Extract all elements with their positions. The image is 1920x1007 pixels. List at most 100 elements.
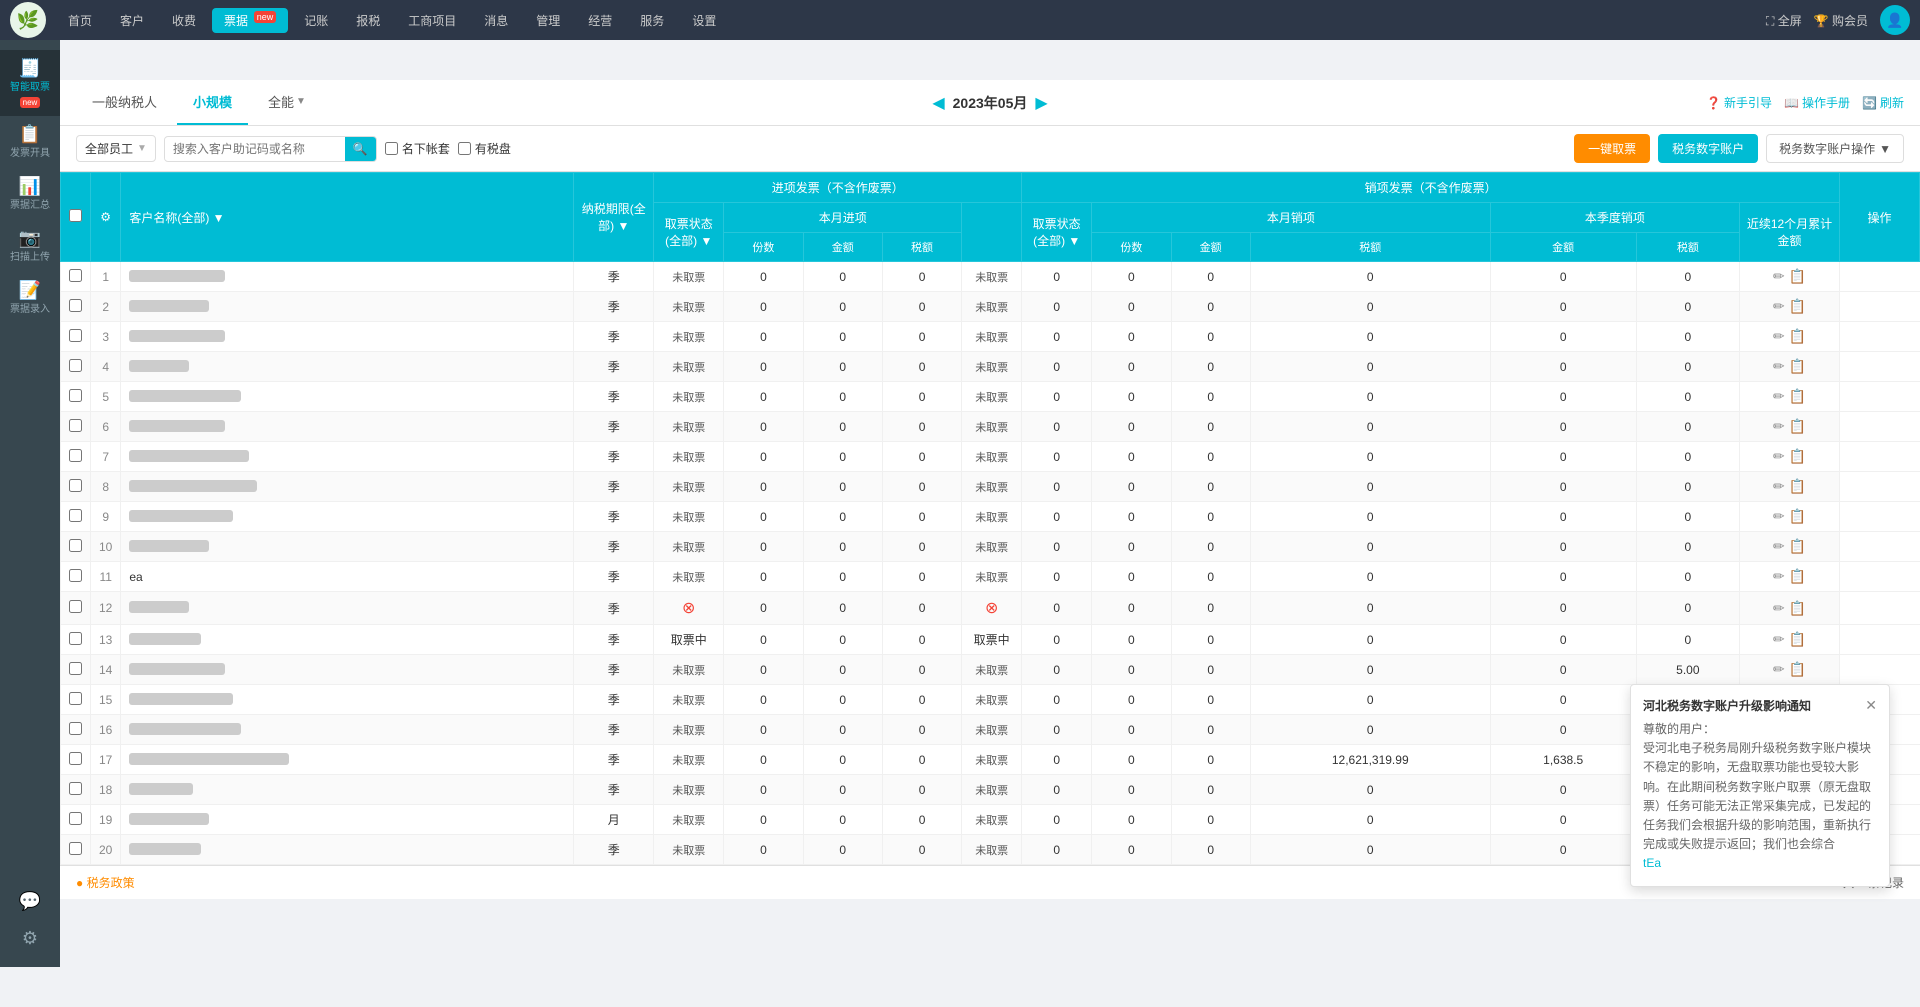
copy-btn[interactable]: 📋 <box>1789 538 1806 555</box>
copy-btn[interactable]: 📋 <box>1789 298 1806 315</box>
row-checkbox[interactable] <box>69 539 82 552</box>
nav-accounting[interactable]: 记账 <box>292 8 340 33</box>
row-checkbox[interactable] <box>69 722 82 735</box>
edit-btn[interactable]: ✏ <box>1773 600 1785 617</box>
edit-btn[interactable]: ✏ <box>1773 568 1785 585</box>
out-count-cell: 0 <box>1022 835 1092 865</box>
sidebar-item-scan-upload[interactable]: 📷 扫描上传 <box>0 220 60 272</box>
edit-btn[interactable]: ✏ <box>1773 478 1785 495</box>
tax-digital-ops-btn[interactable]: 税务数字账户操作 ▼ <box>1766 134 1904 163</box>
edit-btn[interactable]: ✏ <box>1773 538 1785 555</box>
copy-btn[interactable]: 📋 <box>1789 418 1806 435</box>
edit-btn[interactable]: ✏ <box>1773 448 1785 465</box>
period-cell: 季 <box>574 592 654 625</box>
edit-btn[interactable]: ✏ <box>1773 358 1785 375</box>
copy-btn[interactable]: 📋 <box>1789 661 1806 678</box>
tab-small-scale[interactable]: 小规模 <box>177 80 248 125</box>
row-checkbox[interactable] <box>69 419 82 432</box>
sub-ledger-checkbox-label[interactable]: 名下帐套 <box>385 140 450 157</box>
nav-service[interactable]: 服务 <box>628 8 676 33</box>
refresh-link[interactable]: 🔄 刷新 <box>1862 94 1904 111</box>
row-checkbox[interactable] <box>69 782 82 795</box>
row-checkbox[interactable] <box>69 662 82 675</box>
tax-policy-link[interactable]: ● 税务政策 <box>76 874 135 891</box>
member-btn[interactable]: 🏆 购会员 <box>1814 12 1868 29</box>
copy-btn[interactable]: 📋 <box>1789 268 1806 285</box>
edit-btn[interactable]: ✏ <box>1773 508 1785 525</box>
table-row: 14 ████████████ 季 未取票 0 0 0 未取票 0 0 0 0 … <box>61 655 1920 685</box>
tab-all[interactable]: 全能 ▼ <box>252 80 322 125</box>
out-count-cell: 0 <box>1022 292 1092 322</box>
row-checkbox[interactable] <box>69 812 82 825</box>
nav-settings[interactable]: 设置 <box>680 8 728 33</box>
row-checkbox[interactable] <box>69 359 82 372</box>
sub-ledger-checkbox[interactable] <box>385 142 398 155</box>
row-checkbox[interactable] <box>69 329 82 342</box>
nav-message[interactable]: 消息 <box>472 8 520 33</box>
nav-operation[interactable]: 经营 <box>576 8 624 33</box>
nav-customer[interactable]: 客户 <box>108 8 156 33</box>
date-next-btn[interactable]: ▶ <box>1035 93 1047 113</box>
row-checkbox[interactable] <box>69 600 82 613</box>
tab-general-taxpayer[interactable]: 一般纳税人 <box>76 80 173 125</box>
row-checkbox[interactable] <box>69 509 82 522</box>
copy-btn[interactable]: 📋 <box>1789 631 1806 648</box>
sidebar-item-invoice-open[interactable]: 📋 发票开具 <box>0 116 60 168</box>
notification-close-btn[interactable]: ✕ <box>1865 697 1877 714</box>
row-checkbox[interactable] <box>69 389 82 402</box>
edit-btn[interactable]: ✏ <box>1773 631 1785 648</box>
edit-btn[interactable]: ✏ <box>1773 661 1785 678</box>
edit-btn[interactable]: ✏ <box>1773 298 1785 315</box>
edit-btn[interactable]: ✏ <box>1773 268 1785 285</box>
nav-ticket[interactable]: 票据 new <box>212 8 288 33</box>
nav-fee[interactable]: 收费 <box>160 8 208 33</box>
edit-btn[interactable]: ✏ <box>1773 418 1785 435</box>
row-checkbox[interactable] <box>69 449 82 462</box>
copy-btn[interactable]: 📋 <box>1789 508 1806 525</box>
copy-btn[interactable]: 📋 <box>1789 600 1806 617</box>
copy-btn[interactable]: 📋 <box>1789 478 1806 495</box>
select-all-checkbox[interactable] <box>69 209 82 222</box>
nav-admin[interactable]: 管理 <box>524 8 572 33</box>
edit-btn[interactable]: ✏ <box>1773 388 1785 405</box>
nav-home[interactable]: 首页 <box>56 8 104 33</box>
manual-link[interactable]: 📖 操作手册 <box>1784 94 1850 111</box>
date-prev-btn[interactable]: ◀ <box>932 93 944 113</box>
copy-btn[interactable]: 📋 <box>1789 328 1806 345</box>
out-status-cell: 未取票 <box>962 775 1022 805</box>
user-avatar[interactable]: 👤 <box>1880 5 1910 35</box>
copy-btn[interactable]: 📋 <box>1789 358 1806 375</box>
row-checkbox[interactable] <box>69 479 82 492</box>
action-buttons-cell: ✏ 📋 <box>1748 448 1831 465</box>
row-checkbox[interactable] <box>69 632 82 645</box>
row-checkbox[interactable] <box>69 569 82 582</box>
nav-business[interactable]: 工商项目 <box>396 8 468 33</box>
row-checkbox[interactable] <box>69 842 82 855</box>
top-nav: 🌿 首页 客户 收费 票据 new 记账 报税 工商项目 消息 管理 经营 服务… <box>0 0 1920 40</box>
sidebar-item-chat[interactable]: 💬 <box>0 883 60 920</box>
sidebar-item-ticket-entry[interactable]: 📝 票据录入 <box>0 272 60 324</box>
row-checkbox[interactable] <box>69 752 82 765</box>
sidebar-item-ticket-summary[interactable]: 📊 票据汇总 <box>0 168 60 220</box>
has-tax-checkbox[interactable] <box>458 142 471 155</box>
row-checkbox[interactable] <box>69 692 82 705</box>
row-checkbox[interactable] <box>69 269 82 282</box>
sidebar-item-smart-ticket[interactable]: 🧾 智能取票 new <box>0 50 60 116</box>
in-count-cell: 0 <box>724 625 803 655</box>
row-checkbox[interactable] <box>69 299 82 312</box>
has-tax-checkbox-label[interactable]: 有税盘 <box>458 140 511 157</box>
search-button[interactable]: 🔍 <box>345 137 376 161</box>
fullscreen-btn[interactable]: ⛶ 全屏 <box>1766 12 1802 29</box>
sidebar-item-config[interactable]: ⚙ <box>0 920 60 957</box>
copy-btn[interactable]: 📋 <box>1789 448 1806 465</box>
copy-btn[interactable]: 📋 <box>1789 568 1806 585</box>
employee-select[interactable]: 全部员工 ▼ <box>76 135 156 162</box>
one-click-ticket-btn[interactable]: 一键取票 <box>1574 134 1650 163</box>
tax-digital-account-btn[interactable]: 税务数字账户 <box>1658 134 1758 163</box>
tea-link[interactable]: tEa <box>1643 856 1661 870</box>
new-guide-link[interactable]: ❓ 新手引导 <box>1706 94 1772 111</box>
search-input[interactable] <box>165 138 345 160</box>
edit-btn[interactable]: ✏ <box>1773 328 1785 345</box>
copy-btn[interactable]: 📋 <box>1789 388 1806 405</box>
nav-tax[interactable]: 报税 <box>344 8 392 33</box>
